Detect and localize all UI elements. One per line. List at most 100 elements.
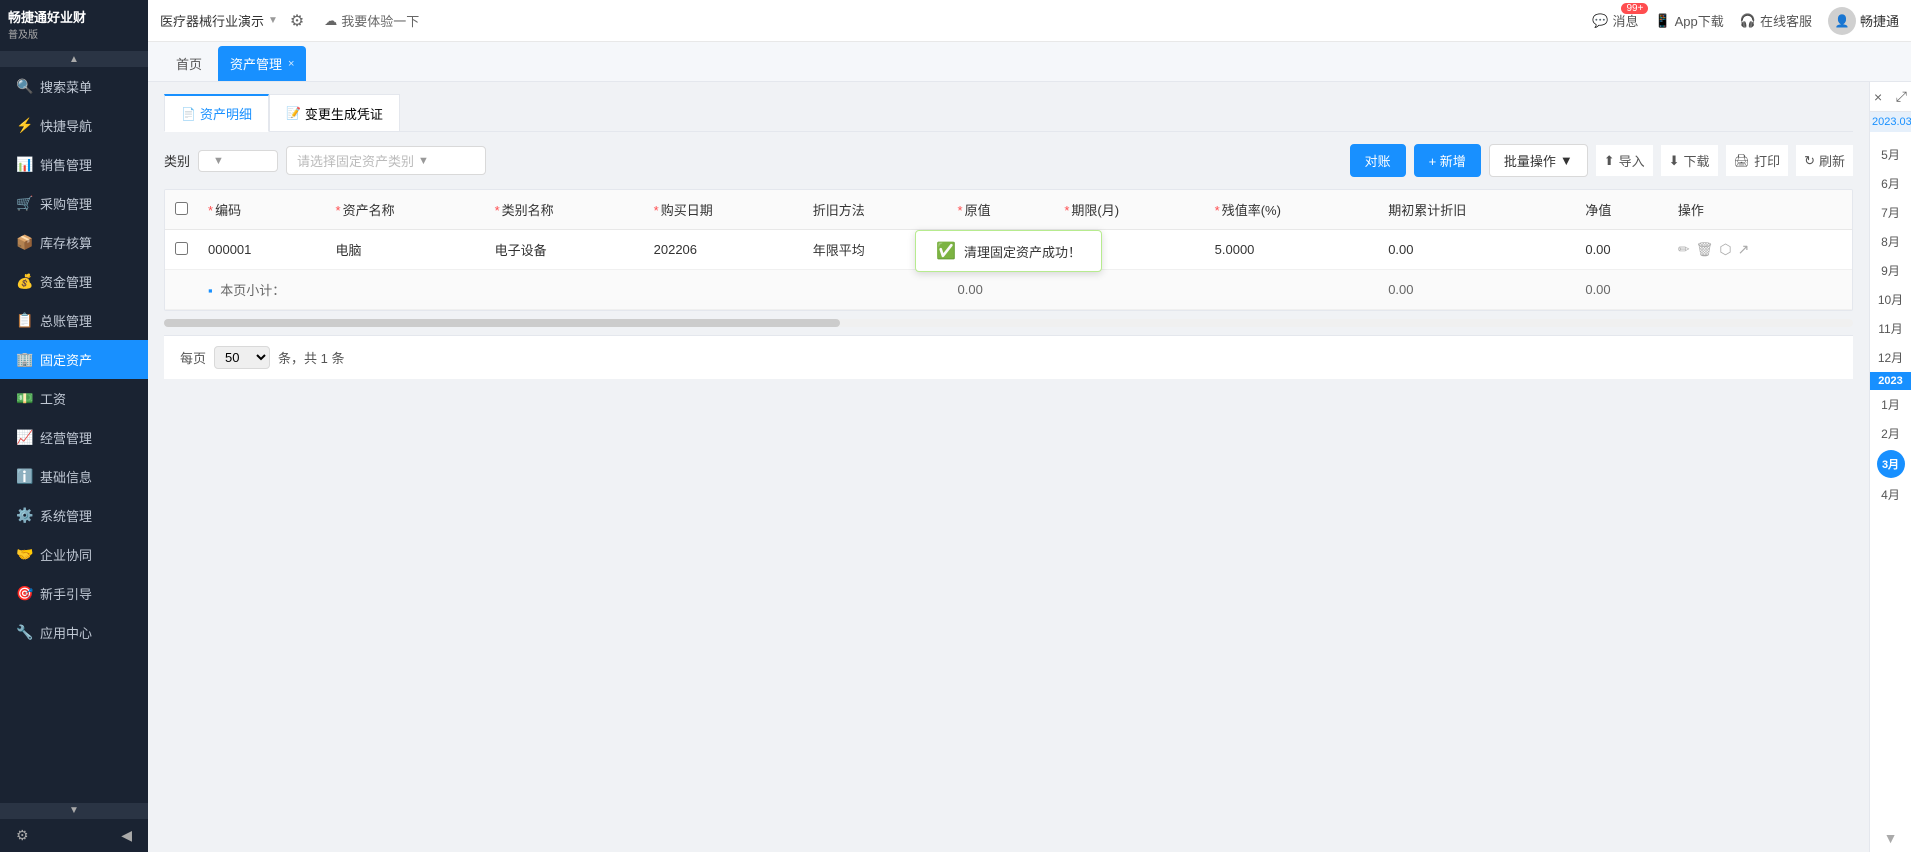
change-voucher-icon: 📝 xyxy=(286,106,301,120)
copy-icon[interactable]: ⬡ xyxy=(1719,241,1731,258)
sidebar-item-purchase[interactable]: 🛒 采购管理 xyxy=(0,184,148,223)
message-button[interactable]: 💬 消息 99+ xyxy=(1592,11,1638,30)
subtotal-accumulated: 0.00 xyxy=(1378,270,1575,310)
right-panel-expand-icon[interactable]: ⤢ xyxy=(1896,88,1907,105)
sidebar-item-inventory[interactable]: 📦 库存核算 xyxy=(0,223,148,262)
row-checkbox[interactable] xyxy=(175,242,188,255)
experience-label: 我要体验一下 xyxy=(341,11,419,30)
right-panel-month-3-active[interactable]: 3月 xyxy=(1877,450,1905,478)
right-panel-year-2023: 2023 xyxy=(1870,372,1911,390)
right-panel-month-2[interactable]: 2月 xyxy=(1870,419,1911,448)
right-panel-month-5[interactable]: 5月 xyxy=(1870,140,1911,169)
sidebar-item-finance[interactable]: 💰 资金管理 xyxy=(0,262,148,301)
tab-label: 资产管理 xyxy=(230,54,282,73)
sidebar-item-ledger[interactable]: 📋 总账管理 xyxy=(0,301,148,340)
right-panel-close-icon[interactable]: × xyxy=(1874,89,1882,105)
subtotal-row: ▪ 本页小计： 0.00 0.00 0.00 xyxy=(165,270,1852,310)
sidebar-item-app-center[interactable]: 🔧 应用中心 xyxy=(0,613,148,652)
cell-residual-rate: 5.0000 xyxy=(1205,230,1379,270)
select-all-checkbox[interactable] xyxy=(175,202,188,215)
purchase-icon: 🛒 xyxy=(16,195,32,212)
sub-tab-change-voucher[interactable]: 📝 变更生成凭证 xyxy=(269,94,400,131)
tab-close-button[interactable]: × xyxy=(288,58,294,70)
batch-button[interactable]: 批量操作 ▼ xyxy=(1489,144,1588,177)
delete-icon[interactable]: 🗑 xyxy=(1696,241,1714,258)
customer-service-button[interactable]: 🎧 在线客服 xyxy=(1740,11,1812,30)
right-panel-year-label[interactable]: 2023.03 xyxy=(1870,112,1911,132)
import-button[interactable]: ⬆ 导入 xyxy=(1596,145,1653,176)
right-panel-month-7[interactable]: 7月 xyxy=(1870,198,1911,227)
new-button[interactable]: + 新增 xyxy=(1414,144,1481,177)
download-button[interactable]: ⬇ 下载 xyxy=(1661,145,1718,176)
edit-icon[interactable]: ✏ xyxy=(1678,241,1690,258)
right-panel-month-9[interactable]: 9月 xyxy=(1870,256,1911,285)
reconcile-button[interactable]: 对账 xyxy=(1350,144,1406,177)
sidebar-item-label: 工资 xyxy=(40,389,66,408)
sidebar-scroll-down[interactable]: ▼ xyxy=(0,803,148,818)
per-page-select[interactable]: 50 100 200 xyxy=(214,346,270,369)
more-icon[interactable]: ↗ xyxy=(1738,241,1750,258)
sidebar-item-cooperation[interactable]: 🤝 企业协同 xyxy=(0,535,148,574)
tab-home[interactable]: 首页 xyxy=(164,46,214,81)
asset-list-icon: 📄 xyxy=(181,107,196,121)
ledger-icon: 📋 xyxy=(16,312,32,329)
horizontal-scrollbar[interactable] xyxy=(164,311,1853,335)
sidebar-scroll-up[interactable]: ▲ xyxy=(0,52,148,67)
company-dropdown-icon: ▼ xyxy=(268,15,278,26)
sidebar-item-search[interactable]: 🔍 搜索菜单 xyxy=(0,67,148,106)
sidebar-item-basic-info[interactable]: ℹ️ 基础信息 xyxy=(0,457,148,496)
fixed-assets-icon: 🏢 xyxy=(16,351,32,368)
subtotal-net: 0.00 xyxy=(1575,270,1668,310)
sidebar-nav: 🔍 搜索菜单 ⚡ 快捷导航 📊 销售管理 🛒 采购管理 📦 库存核算 💰 资金管… xyxy=(0,67,148,803)
right-panel-month-4[interactable]: 4月 xyxy=(1870,480,1911,509)
experience-button[interactable]: ☁ 我要体验一下 xyxy=(324,11,419,30)
right-panel-month-11[interactable]: 11月 xyxy=(1870,314,1911,343)
sidebar-item-guide[interactable]: 🎯 新手引导 xyxy=(0,574,148,613)
company-title[interactable]: 医疗器械行业演示 ▼ xyxy=(160,11,278,30)
user-area[interactable]: 👤 畅捷通 xyxy=(1828,7,1899,35)
filter-asset-category-input[interactable]: 请选择固定资产类别 ▼ xyxy=(286,146,486,175)
right-panel-down-icon[interactable]: ▼ xyxy=(1878,824,1904,852)
select-all-header[interactable] xyxy=(165,190,198,230)
sidebar-item-operations[interactable]: 📈 经营管理 xyxy=(0,418,148,457)
filter-category-select[interactable]: ▼ xyxy=(198,150,278,172)
right-panel-month-1[interactable]: 1月 xyxy=(1870,390,1911,419)
collapse-icon[interactable]: ◀ xyxy=(121,827,132,844)
sidebar-item-label: 快捷导航 xyxy=(40,116,92,135)
subtotal-period xyxy=(1054,270,1204,310)
right-panel-month-6[interactable]: 6月 xyxy=(1870,169,1911,198)
col-code: *编码 xyxy=(198,190,326,230)
sidebar-item-label: 系统管理 xyxy=(40,506,92,525)
topbar-settings-icon[interactable]: ⚙ xyxy=(290,11,304,31)
download-icon: ⬇ xyxy=(1669,153,1680,169)
sidebar-item-sales[interactable]: 📊 销售管理 xyxy=(0,145,148,184)
import-icon: ⬆ xyxy=(1604,153,1615,169)
row-checkbox-cell[interactable] xyxy=(165,230,198,270)
col-net-value: 净值 xyxy=(1575,190,1668,230)
sidebar-item-payroll[interactable]: 💵 工资 xyxy=(0,379,148,418)
col-actions: 操作 xyxy=(1668,190,1852,230)
basic-info-icon: ℹ️ xyxy=(16,468,32,485)
cell-category: 电子设备 xyxy=(485,230,644,270)
sidebar-header: 畅捷通好业财 普及版 xyxy=(0,0,148,52)
inventory-icon: 📦 xyxy=(16,234,32,251)
operations-icon: 📈 xyxy=(16,429,32,446)
print-button[interactable]: 🖨 打印 xyxy=(1726,145,1789,176)
right-panel-month-10[interactable]: 10月 xyxy=(1870,285,1911,314)
scrollbar-track[interactable] xyxy=(164,319,1853,327)
sub-tab-asset-list[interactable]: 📄 资产明细 xyxy=(164,94,269,132)
app-download-button[interactable]: 📱 App下载 xyxy=(1654,11,1723,30)
sidebar-item-system[interactable]: ⚙️ 系统管理 xyxy=(0,496,148,535)
topbar: 医疗器械行业演示 ▼ ⚙ ☁ 我要体验一下 💬 消息 99+ 📱 App下载 🎧… xyxy=(148,0,1911,42)
right-panel-month-12[interactable]: 12月 xyxy=(1870,343,1911,372)
sidebar-item-fixed-assets[interactable]: 🏢 固定资产 xyxy=(0,340,148,379)
tab-asset-management[interactable]: 资产管理 × xyxy=(218,46,306,81)
scrollbar-thumb[interactable] xyxy=(164,319,840,327)
right-panel-month-8[interactable]: 8月 xyxy=(1870,227,1911,256)
settings-icon[interactable]: ⚙ xyxy=(16,827,29,844)
cell-actions: ✏ 🗑 ⬡ ↗ xyxy=(1668,230,1852,270)
refresh-button[interactable]: ↻ 刷新 xyxy=(1796,145,1853,176)
toast-success-icon: ✅ xyxy=(936,241,956,261)
cell-code: 000001 xyxy=(198,230,326,270)
sidebar-item-quick-nav[interactable]: ⚡ 快捷导航 xyxy=(0,106,148,145)
